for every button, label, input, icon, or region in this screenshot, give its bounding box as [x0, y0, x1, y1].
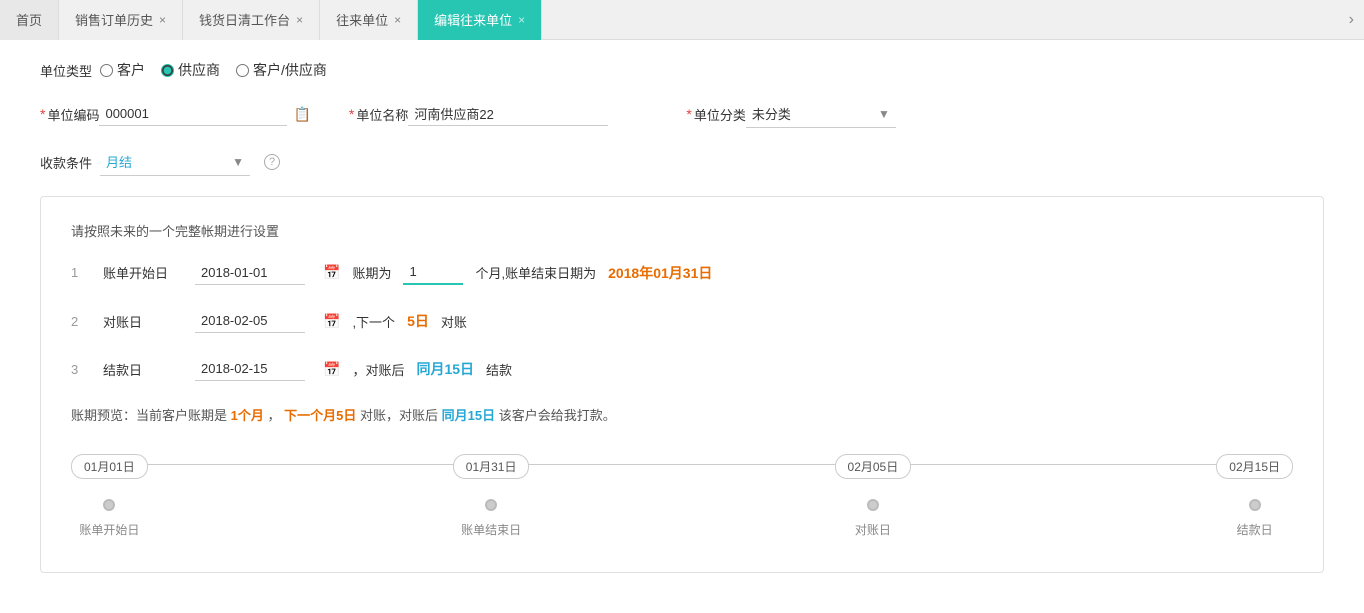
timeline-date-1: 01月01日: [71, 454, 148, 479]
preview-reconcile-day: 下一个月5日: [284, 408, 356, 423]
preview-period: 1个月: [231, 408, 264, 423]
row-num-1: 1: [71, 265, 91, 280]
payment-terms-select[interactable]: 月结 ▼: [100, 148, 250, 176]
unit-name-label: 单位名称: [356, 105, 408, 124]
payment-terms-dropdown-icon: ▼: [232, 155, 244, 169]
unit-name-input[interactable]: [408, 102, 608, 126]
tab-edit-partner[interactable]: 编辑往来单位 ×: [418, 0, 542, 40]
timeline-dot-1: [103, 499, 115, 511]
timeline-node-3: 02月05日 对账日: [835, 454, 912, 538]
timeline-date-2: 01月31日: [453, 454, 530, 479]
reconcile-day-highlight: 5日: [407, 311, 429, 331]
settings-row-1: 1 账单开始日 📅 账期为 个月,账单结束日期为 2018年01月31日: [71, 260, 1293, 285]
unit-code-group: * 单位编码 📋: [40, 102, 311, 126]
period-end-date: 2018年01月31日: [608, 263, 712, 283]
reconcile-text-1: ,下一个: [352, 312, 395, 331]
unit-type-label: 单位类型: [40, 61, 92, 80]
timeline-node-2: 01月31日 账单结束日: [453, 454, 530, 538]
settings-row-3: 3 结款日 📅 ，对账后 同月15日 结款: [71, 357, 1293, 381]
payment-date-calendar-icon[interactable]: 📅: [323, 361, 340, 378]
tab-partner-close[interactable]: ×: [394, 13, 401, 27]
timeline-dot-2: [485, 499, 497, 511]
row-label-3: 结款日: [103, 360, 183, 379]
row-label-1: 账单开始日: [103, 263, 183, 282]
settings-row-2: 2 对账日 📅 ,下一个 5日 对账: [71, 309, 1293, 333]
radio-supplier[interactable]: 供应商: [161, 60, 220, 80]
timeline-node-4: 02月15日 结款日: [1216, 454, 1293, 538]
payment-terms-label: 收款条件: [40, 153, 92, 172]
card-title: 请按照未来的一个完整帐期进行设置: [71, 221, 1293, 240]
row-num-3: 3: [71, 362, 91, 377]
unit-code-label: 单位编码: [47, 105, 99, 124]
unit-category-group: * 单位分类 未分类 ▼: [686, 100, 895, 128]
radio-customer[interactable]: 客户: [100, 60, 145, 80]
unit-category-label: 单位分类: [694, 105, 746, 124]
unit-category-select[interactable]: 未分类 ▼: [746, 100, 896, 128]
tab-edit-partner-close[interactable]: ×: [518, 13, 525, 27]
payment-date-input[interactable]: [195, 357, 305, 381]
timeline-label-4: 结款日: [1237, 521, 1273, 538]
main-content: 单位类型 客户 供应商 客户/供应商 * 单位编码 📋 * 单位名称: [0, 40, 1364, 613]
tab-sales-order[interactable]: 销售订单历史 ×: [59, 0, 183, 40]
payment-text-1: ，对账后: [352, 360, 404, 379]
timeline-dot-3: [867, 499, 879, 511]
category-dropdown-icon: ▼: [878, 107, 890, 121]
period-text-2: 个月,账单结束日期为: [475, 263, 596, 282]
timeline-date-3: 02月05日: [835, 454, 912, 479]
reconcile-date-calendar-icon[interactable]: 📅: [323, 313, 340, 330]
period-text-1: 账期为: [352, 263, 391, 282]
payment-day-highlight: 同月15日: [416, 359, 474, 379]
unit-name-group: * 单位名称: [349, 102, 608, 126]
timeline-label-3: 对账日: [855, 521, 891, 538]
tab-cashflow[interactable]: 钱货日清工作台 ×: [183, 0, 320, 40]
timeline: 01月01日 账单开始日 01月31日 账单结束日 02月05日 对账日 02月…: [71, 444, 1293, 548]
timeline-date-4: 02月15日: [1216, 454, 1293, 479]
timeline-label-2: 账单结束日: [461, 521, 521, 538]
preview-text: 账期预览：当前客户账期是 1个月 ， 下一个月5日 对账，对账后 同月15日 该…: [71, 405, 1293, 424]
row-label-2: 对账日: [103, 312, 183, 331]
payment-terms-row: 收款条件 月结 ▼ ?: [40, 148, 1324, 176]
timeline-label-1: 账单开始日: [79, 521, 139, 538]
tab-home[interactable]: 首页: [0, 0, 59, 40]
reconcile-text-2: 对账: [441, 312, 467, 331]
reconcile-date-input[interactable]: [195, 309, 305, 333]
tab-sales-order-close[interactable]: ×: [159, 13, 166, 27]
unit-code-input[interactable]: [99, 102, 287, 126]
help-icon[interactable]: ?: [264, 154, 280, 170]
unit-type-radio-group: 客户 供应商 客户/供应商: [100, 60, 327, 80]
unit-info-row: * 单位编码 📋 * 单位名称 * 单位分类 未分类 ▼: [40, 100, 1324, 128]
radio-both[interactable]: 客户/供应商: [236, 60, 327, 80]
tab-cashflow-close[interactable]: ×: [296, 13, 303, 27]
unit-category-value: 未分类: [752, 104, 874, 123]
timeline-nodes: 01月01日 账单开始日 01月31日 账单结束日 02月05日 对账日 02月…: [71, 454, 1293, 538]
tab-partner[interactable]: 往来单位 ×: [320, 0, 418, 40]
period-value-input[interactable]: [403, 260, 463, 285]
unit-type-row: 单位类型 客户 供应商 客户/供应商: [40, 60, 1324, 80]
payment-terms-value: 月结: [106, 152, 228, 171]
unit-code-calendar-icon[interactable]: 📋: [293, 106, 310, 123]
start-date-input[interactable]: [195, 261, 305, 285]
row-num-2: 2: [71, 314, 91, 329]
start-date-calendar-icon[interactable]: 📅: [323, 264, 340, 281]
preview-payment-day: 同月15日: [442, 408, 495, 423]
payment-text-2: 结款: [486, 360, 512, 379]
timeline-dot-4: [1249, 499, 1261, 511]
tab-more-button[interactable]: ›: [1339, 11, 1364, 29]
settings-card: 请按照未来的一个完整帐期进行设置 1 账单开始日 📅 账期为 个月,账单结束日期…: [40, 196, 1324, 573]
timeline-node-1: 01月01日 账单开始日: [71, 454, 148, 538]
tab-bar: 首页 销售订单历史 × 钱货日清工作台 × 往来单位 × 编辑往来单位 × ›: [0, 0, 1364, 40]
